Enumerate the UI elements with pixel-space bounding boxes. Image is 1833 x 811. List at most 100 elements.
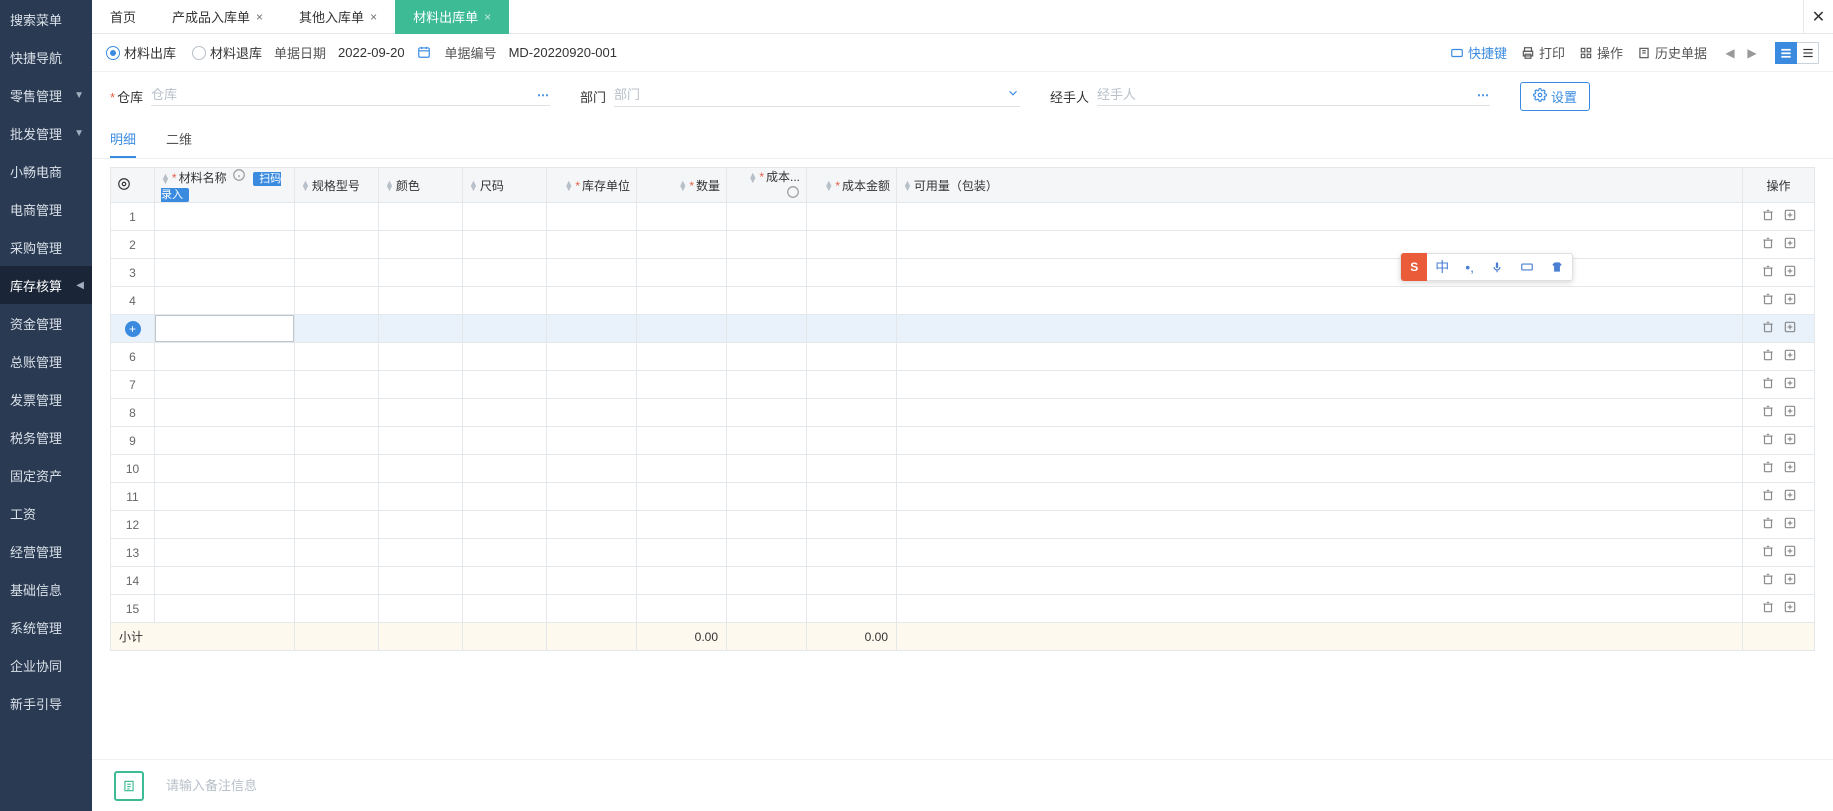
cell[interactable] (295, 455, 379, 483)
cell[interactable] (547, 539, 637, 567)
ime-toolbar[interactable]: S 中 •, (1400, 253, 1573, 281)
table-row[interactable]: 15 (111, 595, 1815, 623)
cell[interactable] (463, 455, 547, 483)
subtab-two-d[interactable]: 二维 (166, 121, 192, 158)
cell-material-name[interactable] (155, 315, 295, 343)
cell[interactable] (727, 203, 807, 231)
cell[interactable] (547, 371, 637, 399)
tab-2[interactable]: 其他入库单× (281, 0, 395, 34)
cell[interactable] (807, 231, 897, 259)
calendar-icon[interactable] (417, 45, 433, 61)
cell[interactable] (727, 399, 807, 427)
close-all-tabs-button[interactable]: ✕ (1803, 0, 1833, 34)
cell[interactable] (379, 371, 463, 399)
cell[interactable] (807, 483, 897, 511)
note-icon[interactable] (114, 771, 144, 801)
cell[interactable] (463, 483, 547, 511)
cell[interactable] (295, 567, 379, 595)
cell[interactable] (897, 427, 1743, 455)
cell[interactable] (807, 427, 897, 455)
cell[interactable] (807, 567, 897, 595)
cell[interactable] (727, 595, 807, 623)
th-material-name[interactable]: ▲▼*材料名称 扫码录入 (155, 168, 295, 203)
delete-row-icon[interactable] (1761, 320, 1775, 337)
delete-row-icon[interactable] (1761, 432, 1775, 449)
delete-row-icon[interactable] (1761, 236, 1775, 253)
cell[interactable] (807, 399, 897, 427)
th-size[interactable]: ▲▼尺码 (463, 168, 547, 203)
cell[interactable] (463, 343, 547, 371)
sidebar-item-3[interactable]: 批发管理▼ (0, 114, 92, 152)
cell[interactable] (295, 511, 379, 539)
tab-1[interactable]: 产成品入库单× (154, 0, 281, 34)
cell[interactable] (379, 567, 463, 595)
cell[interactable] (897, 455, 1743, 483)
cell-material-name[interactable] (155, 203, 295, 231)
cell[interactable] (295, 259, 379, 287)
cell[interactable] (379, 287, 463, 315)
radio-material-out[interactable]: 材料出库 (106, 43, 176, 62)
cell[interactable] (547, 399, 637, 427)
tab-close-icon[interactable]: × (370, 10, 377, 24)
cell[interactable] (547, 259, 637, 287)
cell[interactable] (727, 287, 807, 315)
cell-material-name[interactable] (155, 231, 295, 259)
table-row[interactable]: 1 (111, 203, 1815, 231)
th-available[interactable]: ▲▼可用量（包装） (897, 168, 1743, 203)
subtab-detail[interactable]: 明细 (110, 121, 136, 158)
cell[interactable] (897, 315, 1743, 343)
sidebar-item-11[interactable]: 税务管理 (0, 418, 92, 456)
cell[interactable] (295, 315, 379, 343)
cell[interactable] (807, 455, 897, 483)
cell-material-name[interactable] (155, 511, 295, 539)
cell[interactable] (547, 511, 637, 539)
insert-row-icon[interactable] (1783, 572, 1797, 589)
insert-row-icon[interactable] (1783, 544, 1797, 561)
sidebar-item-13[interactable]: 工资 (0, 494, 92, 532)
cell[interactable] (295, 595, 379, 623)
insert-row-icon[interactable] (1783, 460, 1797, 477)
cell[interactable] (637, 231, 727, 259)
view-toggle-list[interactable] (1797, 42, 1819, 64)
cell[interactable] (807, 511, 897, 539)
th-stock-unit[interactable]: ▲▼*库存单位 (547, 168, 637, 203)
cell[interactable] (897, 595, 1743, 623)
sidebar-item-1[interactable]: 快捷导航 (0, 38, 92, 76)
tab-3[interactable]: 材料出库单× (395, 0, 509, 34)
insert-row-icon[interactable] (1783, 432, 1797, 449)
cell[interactable] (463, 287, 547, 315)
th-cost[interactable]: ▲▼*成本... (727, 168, 807, 203)
cell[interactable] (637, 511, 727, 539)
cell[interactable] (637, 567, 727, 595)
cell[interactable] (295, 399, 379, 427)
table-row[interactable]: 11 (111, 483, 1815, 511)
delete-row-icon[interactable] (1761, 488, 1775, 505)
cell[interactable] (727, 371, 807, 399)
ime-voice-icon[interactable] (1482, 253, 1512, 281)
delete-row-icon[interactable] (1761, 404, 1775, 421)
table-row[interactable]: + (111, 315, 1815, 343)
cell-material-name[interactable] (155, 595, 295, 623)
warehouse-input[interactable] (151, 87, 537, 102)
cell[interactable] (547, 343, 637, 371)
sidebar-item-0[interactable]: 搜索菜单 (0, 0, 92, 38)
cell[interactable] (637, 371, 727, 399)
cell[interactable] (547, 231, 637, 259)
cell[interactable] (547, 483, 637, 511)
cell[interactable] (547, 203, 637, 231)
cell[interactable] (295, 427, 379, 455)
cell[interactable] (379, 483, 463, 511)
cell-material-name[interactable] (155, 539, 295, 567)
delete-row-icon[interactable] (1761, 264, 1775, 281)
cell[interactable] (379, 539, 463, 567)
cell[interactable] (727, 511, 807, 539)
cell[interactable] (897, 483, 1743, 511)
cell[interactable] (547, 427, 637, 455)
cell[interactable] (295, 231, 379, 259)
insert-row-icon[interactable] (1783, 516, 1797, 533)
cell-material-name[interactable] (155, 399, 295, 427)
cell[interactable] (807, 539, 897, 567)
cell[interactable] (547, 567, 637, 595)
table-row[interactable]: 6 (111, 343, 1815, 371)
th-qty[interactable]: ▲▼*数量 (637, 168, 727, 203)
